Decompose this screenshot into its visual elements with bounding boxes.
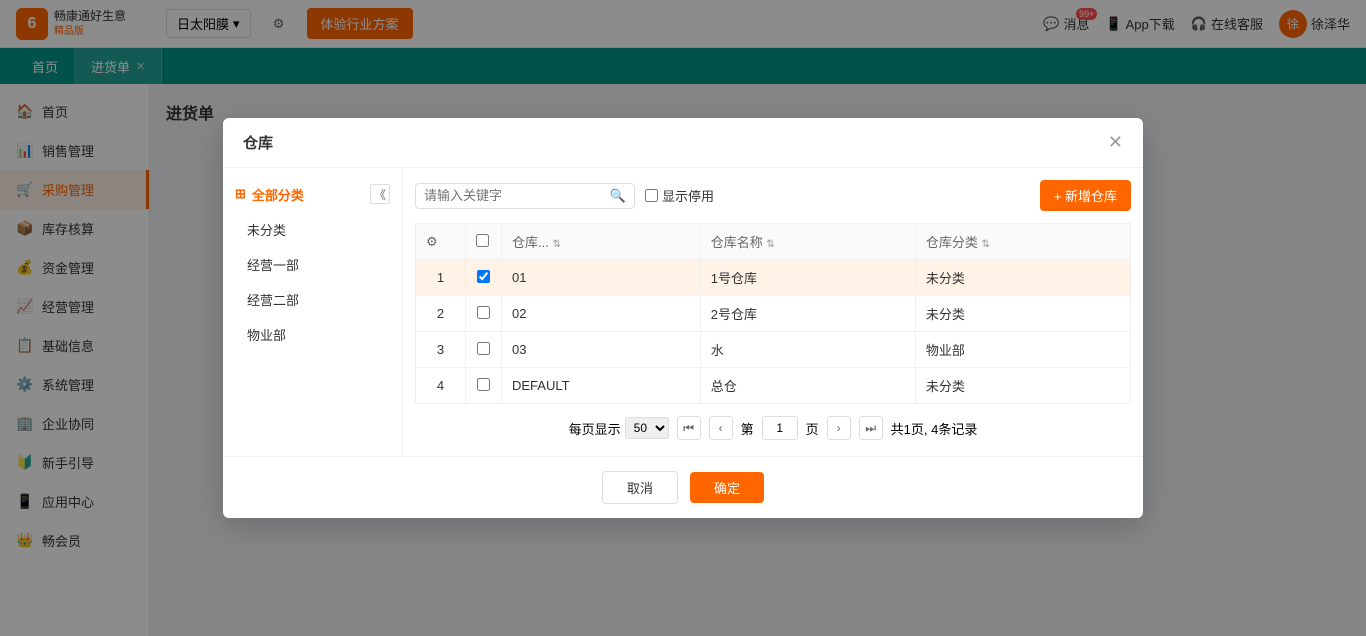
add-warehouse-button[interactable]: + 新增仓库 (1040, 180, 1131, 211)
modal-close-button[interactable]: ✕ (1108, 132, 1123, 153)
table-row[interactable]: 4 DEFAULT 总仓 未分类 (416, 368, 1131, 404)
row-check (466, 368, 502, 404)
row-check (466, 260, 502, 296)
gear-header-icon: ⚙ (426, 234, 438, 249)
row-code: DEFAULT (502, 368, 701, 404)
last-page-button[interactable]: ⏭ (859, 416, 883, 440)
modal-header: 仓库 ✕ (223, 118, 1143, 168)
table-row[interactable]: 2 02 2号仓库 未分类 (416, 296, 1131, 332)
row-name: 1号仓库 (700, 260, 915, 296)
th-category: 仓库分类 ⇅ (915, 224, 1130, 260)
prev-page-button[interactable]: ‹ (709, 416, 733, 440)
row-check (466, 296, 502, 332)
modal-title: 仓库 (243, 132, 273, 153)
per-page-select[interactable]: 50 (625, 417, 669, 439)
row-num: 1 (416, 260, 466, 296)
page-number-input[interactable] (762, 416, 798, 440)
modal-footer: 取消 确定 (223, 456, 1143, 518)
collapse-button[interactable]: 《 (370, 184, 390, 204)
sort-icon-category: ⇅ (982, 239, 990, 250)
category-item-0[interactable]: 未分类 (223, 212, 402, 247)
row-checkbox[interactable] (477, 306, 490, 319)
th-name: 仓库名称 ⇅ (700, 224, 915, 260)
row-name: 总仓 (700, 368, 915, 404)
table-row[interactable]: 3 03 水 物业部 (416, 332, 1131, 368)
category-item-1[interactable]: 经营一部 (223, 247, 402, 282)
row-code: 03 (502, 332, 701, 368)
sort-icon-name: ⇅ (766, 239, 774, 250)
category-label-0: 未分类 (247, 223, 286, 238)
show-disabled-checkbox[interactable] (645, 189, 658, 202)
all-categories-item[interactable]: ⊞ 全部分类 (235, 185, 304, 204)
show-disabled-text: 显示停用 (662, 186, 714, 205)
row-checkbox[interactable] (477, 378, 490, 391)
category-label-1: 经营一部 (247, 258, 299, 273)
modal-overlay[interactable]: 仓库 ✕ ⊞ 全部分类 《 未分类 经营一部 (0, 0, 1366, 636)
th-code-label: 仓库... (512, 235, 549, 250)
table-panel: 🔍 显示停用 + 新增仓库 ⚙ (403, 168, 1143, 456)
sort-icon-code: ⇅ (552, 239, 560, 250)
search-icon: 🔍 (610, 188, 626, 204)
grid-icon: ⊞ (235, 186, 246, 202)
row-checkbox[interactable] (477, 342, 490, 355)
row-num: 2 (416, 296, 466, 332)
all-categories-label: 全部分类 (252, 185, 304, 204)
cancel-button[interactable]: 取消 (602, 471, 678, 504)
row-category: 物业部 (915, 332, 1130, 368)
show-disabled-label[interactable]: 显示停用 (645, 186, 714, 205)
row-checkbox[interactable] (477, 270, 490, 283)
table-row[interactable]: 1 01 1号仓库 未分类 (416, 260, 1131, 296)
row-check (466, 332, 502, 368)
search-box: 🔍 (415, 183, 635, 209)
th-gear: ⚙ (416, 224, 466, 260)
th-code: 仓库... ⇅ (502, 224, 701, 260)
pagination: 每页显示 50 ⏮ ‹ 第 页 › ⏭ 共1页, 4条记录 (415, 404, 1131, 444)
per-page-label: 每页显示 (569, 419, 621, 438)
confirm-button[interactable]: 确定 (690, 472, 764, 503)
row-category: 未分类 (915, 260, 1130, 296)
row-code: 02 (502, 296, 701, 332)
search-input[interactable] (424, 188, 610, 203)
table-toolbar: 🔍 显示停用 + 新增仓库 (415, 180, 1131, 211)
warehouse-modal: 仓库 ✕ ⊞ 全部分类 《 未分类 经营一部 (223, 118, 1143, 518)
th-category-label: 仓库分类 (926, 235, 978, 250)
category-panel: ⊞ 全部分类 《 未分类 经营一部 经营二部 物业部 (223, 168, 403, 456)
warehouse-table: ⚙ 仓库... ⇅ 仓库名称 ⇅ (415, 223, 1131, 404)
page-size-selector: 每页显示 50 (569, 417, 669, 439)
first-page-button[interactable]: ⏮ (677, 416, 701, 440)
row-num: 4 (416, 368, 466, 404)
category-label-2: 经营二部 (247, 293, 299, 308)
category-item-3[interactable]: 物业部 (223, 317, 402, 352)
row-code: 01 (502, 260, 701, 296)
next-page-button[interactable]: › (827, 416, 851, 440)
th-name-label: 仓库名称 (711, 235, 763, 250)
page-label: 第 (741, 419, 754, 438)
total-info-label: 共1页, 4条记录 (891, 419, 978, 438)
row-category: 未分类 (915, 368, 1130, 404)
page-unit-label: 页 (806, 419, 819, 438)
modal-body: ⊞ 全部分类 《 未分类 经营一部 经营二部 物业部 (223, 168, 1143, 456)
row-name: 水 (700, 332, 915, 368)
category-item-2[interactable]: 经营二部 (223, 282, 402, 317)
category-label-3: 物业部 (247, 328, 286, 343)
row-name: 2号仓库 (700, 296, 915, 332)
select-all-checkbox[interactable] (476, 234, 489, 247)
th-check (466, 224, 502, 260)
row-category: 未分类 (915, 296, 1130, 332)
category-header: ⊞ 全部分类 《 (223, 176, 402, 212)
row-num: 3 (416, 332, 466, 368)
